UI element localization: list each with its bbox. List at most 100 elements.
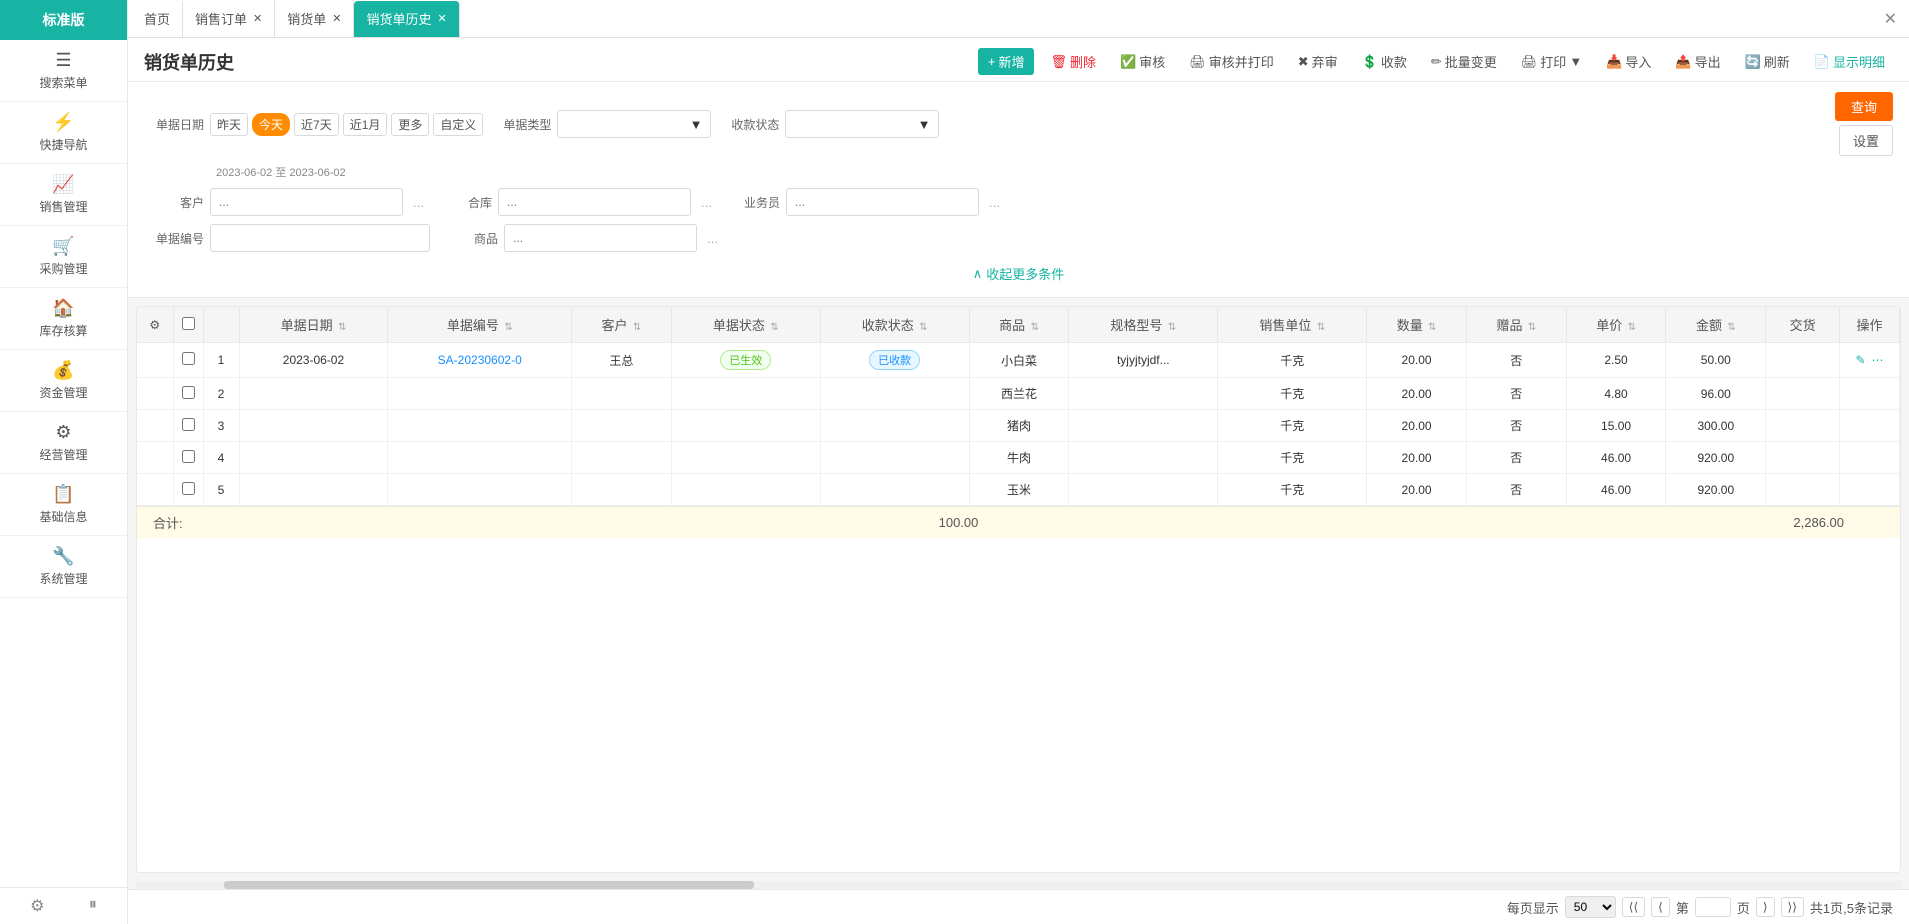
sidebar-item-sales-mgmt[interactable]: 📈 销售管理 bbox=[0, 164, 127, 226]
col-spec-type[interactable]: 规格型号 ⇅ bbox=[1069, 307, 1218, 343]
date-1month-btn[interactable]: 近1月 bbox=[343, 113, 388, 136]
col-unit-price[interactable]: 单价 ⇅ bbox=[1566, 307, 1666, 343]
col-payment-status[interactable]: 收款状态 ⇅ bbox=[820, 307, 969, 343]
refresh-button[interactable]: 🔄 刷新 bbox=[1737, 48, 1798, 75]
filter-customer-input[interactable] bbox=[210, 188, 403, 216]
page-last-button[interactable]: ⟩⟩ bbox=[1781, 897, 1804, 917]
row-checkbox[interactable] bbox=[182, 482, 195, 495]
sidebar-item-system-mgmt[interactable]: 🔧 系统管理 bbox=[0, 536, 127, 598]
delete-button[interactable]: 🗑 删除 bbox=[1042, 48, 1104, 75]
col-amount[interactable]: 金额 ⇅ bbox=[1666, 307, 1766, 343]
sidebar-footer: ⚙ ⏸ bbox=[0, 887, 127, 924]
col-settings[interactable]: ⚙ bbox=[137, 307, 173, 343]
print-button[interactable]: 🖨 打印 ▼ bbox=[1513, 48, 1590, 75]
filter-row-2: 客户 ... 合库 ... 业务员 ... bbox=[144, 188, 1893, 216]
receive-button[interactable]: 💲 收款 bbox=[1354, 48, 1415, 75]
audit-print-button[interactable]: 🖨 审核并打印 bbox=[1181, 48, 1282, 75]
col-gift[interactable]: 赠品 ⇅ bbox=[1466, 307, 1566, 343]
tab-sales-delivery[interactable]: 销货单 ✕ bbox=[275, 1, 354, 37]
tab-sales-order[interactable]: 销售订单 ✕ bbox=[183, 1, 275, 37]
filter-payment-status-select[interactable]: ▼ bbox=[785, 110, 939, 138]
goods-dots-icon[interactable]: ... bbox=[707, 231, 718, 246]
cell-row-num: 3 bbox=[203, 410, 239, 442]
cell-checkbox[interactable] bbox=[173, 442, 203, 474]
per-page-select[interactable]: 50 100 200 bbox=[1565, 896, 1616, 918]
sidebar-item-basic-info[interactable]: 📋 基础信息 bbox=[0, 474, 127, 536]
action-edit-icon[interactable]: ✎ bbox=[1855, 353, 1865, 367]
abandon-button[interactable]: ✖ 弃审 bbox=[1290, 48, 1346, 75]
sidebar-item-search-menu[interactable]: ☰ 搜索菜单 bbox=[0, 40, 127, 102]
customer-dots-icon[interactable]: ... bbox=[413, 195, 424, 210]
quick-nav-icon: ⚡ bbox=[52, 112, 74, 133]
cell-checkbox[interactable] bbox=[173, 474, 203, 506]
audit-button[interactable]: ✅ 审核 bbox=[1112, 48, 1173, 75]
warehouse-dots-icon[interactable]: ... bbox=[701, 195, 712, 210]
filter-salesperson-input[interactable] bbox=[786, 188, 979, 216]
date-7days-btn[interactable]: 近7天 bbox=[294, 113, 339, 136]
action-more-icon[interactable]: ⋯ bbox=[1872, 353, 1884, 367]
date-more-btn[interactable]: 更多 bbox=[391, 113, 429, 136]
horizontal-scrollbar[interactable] bbox=[136, 881, 1901, 889]
collapse-button[interactable]: ∧ 收起更多条件 bbox=[144, 260, 1893, 287]
col-doc-no[interactable]: 单据编号 ⇅ bbox=[388, 307, 572, 343]
filter-warehouse-input[interactable] bbox=[498, 188, 691, 216]
salesperson-dots-icon[interactable]: ... bbox=[989, 195, 1000, 210]
row-checkbox[interactable] bbox=[182, 418, 195, 431]
filter-doc-type-select[interactable]: ▼ bbox=[557, 110, 711, 138]
cell-trade bbox=[1766, 474, 1840, 506]
table-container: ⚙ 单据日期 ⇅ 单据编号 ⇅ bbox=[136, 306, 1901, 873]
tab-sales-history-close-icon[interactable]: ✕ bbox=[438, 12, 447, 25]
cell-doc-no[interactable] bbox=[388, 410, 572, 442]
sidebar-item-purchase-mgmt[interactable]: 🛒 采购管理 bbox=[0, 226, 127, 288]
col-doc-status[interactable]: 单据状态 ⇅ bbox=[671, 307, 820, 343]
date-today-btn[interactable]: 今天 bbox=[252, 113, 290, 136]
sidebar-item-inventory[interactable]: 🏠 库存核算 bbox=[0, 288, 127, 350]
row-checkbox[interactable] bbox=[182, 450, 195, 463]
per-page-label: 每页显示 bbox=[1507, 898, 1559, 917]
page-prev-button[interactable]: ⟨ bbox=[1651, 897, 1670, 917]
col-customer[interactable]: 客户 ⇅ bbox=[572, 307, 672, 343]
cell-checkbox[interactable] bbox=[173, 378, 203, 410]
import-button[interactable]: 📥 导入 bbox=[1598, 48, 1659, 75]
cell-doc-no[interactable] bbox=[388, 378, 572, 410]
sidebar-pause-icon[interactable]: ⏸ bbox=[89, 896, 97, 916]
cell-doc-no[interactable] bbox=[388, 474, 572, 506]
export-button[interactable]: 📤 导出 bbox=[1667, 48, 1728, 75]
tab-sales-delivery-close-icon[interactable]: ✕ bbox=[332, 12, 341, 25]
cell-amount: 300.00 bbox=[1666, 410, 1766, 442]
sidebar-item-label: 采购管理 bbox=[39, 260, 87, 277]
page-first-button[interactable]: ⟨⟨ bbox=[1622, 897, 1645, 917]
col-quantity[interactable]: 数量 ⇅ bbox=[1367, 307, 1467, 343]
cell-checkbox[interactable] bbox=[173, 343, 203, 378]
tab-sales-history[interactable]: 销货单历史 ✕ bbox=[354, 1, 459, 37]
page-number-input[interactable]: 1 bbox=[1695, 897, 1731, 917]
row-checkbox[interactable] bbox=[182, 386, 195, 399]
col-doc-status-label: 单据状态 bbox=[713, 318, 765, 333]
col-doc-date[interactable]: 单据日期 ⇅ bbox=[239, 307, 388, 343]
date-yesterday-btn[interactable]: 昨天 bbox=[210, 113, 248, 136]
sidebar-settings-icon[interactable]: ⚙ bbox=[30, 896, 44, 916]
col-sales-unit[interactable]: 销售单位 ⇅ bbox=[1218, 307, 1367, 343]
row-checkbox[interactable] bbox=[182, 352, 195, 365]
tab-sales-order-close-icon[interactable]: ✕ bbox=[253, 12, 262, 25]
tabs-close-all-icon[interactable]: ✕ bbox=[1876, 9, 1905, 29]
filter-docno-input[interactable] bbox=[210, 224, 430, 252]
payment-status-badge: 已收款 bbox=[869, 350, 920, 370]
set-button[interactable]: 设置 bbox=[1839, 125, 1893, 156]
batch-change-button[interactable]: ✏ 批量变更 bbox=[1423, 48, 1505, 75]
filter-goods-input[interactable] bbox=[504, 224, 697, 252]
cell-doc-no[interactable] bbox=[388, 442, 572, 474]
cell-checkbox[interactable] bbox=[173, 410, 203, 442]
tab-home[interactable]: 首页 bbox=[132, 1, 183, 37]
cell-doc-no[interactable]: SA-20230602-0 bbox=[388, 343, 572, 378]
sidebar-item-operation-mgmt[interactable]: ⚙ 经营管理 bbox=[0, 412, 127, 474]
new-button[interactable]: + 新增 bbox=[978, 48, 1035, 75]
select-all-checkbox[interactable] bbox=[182, 317, 195, 330]
query-button[interactable]: 查询 bbox=[1835, 92, 1893, 121]
date-custom-btn[interactable]: 自定义 bbox=[433, 113, 483, 136]
col-goods[interactable]: 商品 ⇅ bbox=[969, 307, 1069, 343]
sidebar-item-finance-mgmt[interactable]: 💰 资金管理 bbox=[0, 350, 127, 412]
sidebar-item-quick-nav[interactable]: ⚡ 快捷导航 bbox=[0, 102, 127, 164]
page-next-button[interactable]: ⟩ bbox=[1756, 897, 1775, 917]
show-detail-button[interactable]: 📄 显示明细 bbox=[1806, 48, 1893, 75]
